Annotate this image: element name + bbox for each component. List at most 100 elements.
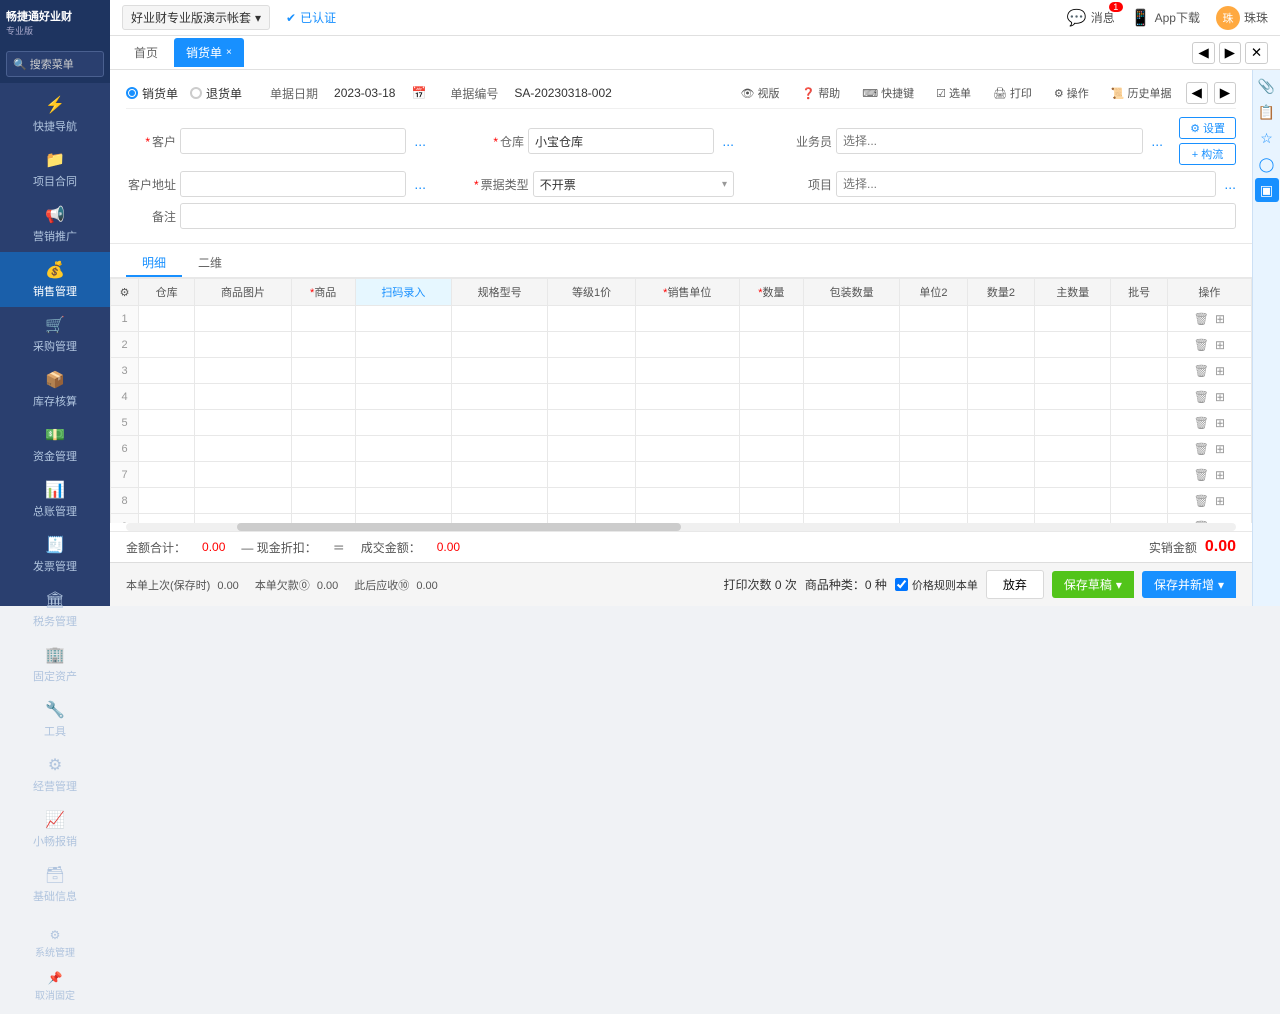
invoice-select[interactable]: 不开票 ▾ xyxy=(533,171,734,197)
row-copy-btn-1[interactable]: ⊞ xyxy=(1212,311,1228,327)
cell-image-1[interactable] xyxy=(195,306,291,332)
warehouse-input[interactable] xyxy=(528,128,714,154)
cell-product-6[interactable] xyxy=(291,436,355,462)
settings-btn[interactable]: ⚙ 设置 xyxy=(1179,117,1236,139)
cell-barcode-2[interactable] xyxy=(355,332,451,358)
row-copy-btn-8[interactable]: ⊞ xyxy=(1212,493,1228,509)
table-tab-detail[interactable]: 明细 xyxy=(126,250,182,277)
cell-grade_price-6[interactable] xyxy=(548,436,635,462)
cell-qty-7[interactable] xyxy=(739,462,803,488)
cell-main_qty-4[interactable] xyxy=(1035,384,1111,410)
cell-spec-4[interactable] xyxy=(452,384,548,410)
cell-grade_price-4[interactable] xyxy=(548,384,635,410)
cell-unit2-6[interactable] xyxy=(900,436,967,462)
flow-btn[interactable]: + 构流 xyxy=(1179,143,1236,165)
row-copy-btn-5[interactable]: ⊞ xyxy=(1212,415,1228,431)
cell-main_qty-1[interactable] xyxy=(1035,306,1111,332)
cell-image-9[interactable] xyxy=(195,514,291,524)
cell-batch-4[interactable] xyxy=(1111,384,1167,410)
cell-grade_price-3[interactable] xyxy=(548,358,635,384)
cell-unit2-5[interactable] xyxy=(900,410,967,436)
row-delete-btn-3[interactable]: 🗑 xyxy=(1191,363,1212,379)
cell-warehouse-6[interactable] xyxy=(139,436,195,462)
cell-spec-5[interactable] xyxy=(452,410,548,436)
cell-qty2-4[interactable] xyxy=(967,384,1034,410)
cell-batch-8[interactable] xyxy=(1111,488,1167,514)
cell-unit2-9[interactable] xyxy=(900,514,967,524)
calendar-icon[interactable]: 📅 xyxy=(411,86,426,100)
cell-grade_price-8[interactable] xyxy=(548,488,635,514)
cell-image-6[interactable] xyxy=(195,436,291,462)
row-delete-btn-7[interactable]: 🗑 xyxy=(1191,467,1212,483)
cell-warehouse-4[interactable] xyxy=(139,384,195,410)
staff-input[interactable] xyxy=(836,128,1143,154)
cell-main_qty-9[interactable] xyxy=(1035,514,1111,524)
warehouse-dots[interactable]: ... xyxy=(722,133,734,149)
cell-qty-6[interactable] xyxy=(739,436,803,462)
cell-batch-1[interactable] xyxy=(1111,306,1167,332)
address-dots[interactable]: ... xyxy=(414,176,426,192)
form-next-btn[interactable]: ▶ xyxy=(1214,82,1236,104)
sidebar-item-inventory[interactable]: 📦 库存核算 xyxy=(0,362,110,417)
cell-unit2-2[interactable] xyxy=(900,332,967,358)
right-panel-star-btn[interactable]: ☆ xyxy=(1255,126,1279,150)
shortcut-btn[interactable]: ⌨快捷键 xyxy=(854,82,922,104)
cell-image-7[interactable] xyxy=(195,462,291,488)
cell-unit-3[interactable] xyxy=(635,358,739,384)
cell-warehouse-7[interactable] xyxy=(139,462,195,488)
user-avatar-button[interactable]: 珠 珠珠 xyxy=(1216,6,1268,30)
cell-unit-6[interactable] xyxy=(635,436,739,462)
cell-warehouse-9[interactable] xyxy=(139,514,195,524)
project-input[interactable] xyxy=(836,171,1216,197)
horizontal-scrollbar[interactable] xyxy=(126,523,1236,531)
cell-qty2-8[interactable] xyxy=(967,488,1034,514)
cell-unit2-7[interactable] xyxy=(900,462,967,488)
cell-batch-6[interactable] xyxy=(1111,436,1167,462)
cell-batch-9[interactable] xyxy=(1111,514,1167,524)
cell-qty-4[interactable] xyxy=(739,384,803,410)
cell-qty-8[interactable] xyxy=(739,488,803,514)
cell-image-4[interactable] xyxy=(195,384,291,410)
cell-barcode-7[interactable] xyxy=(355,462,451,488)
sidebar-item-quick-nav[interactable]: ⚡ 快捷导航 xyxy=(0,87,110,142)
sidebar-item-invoice[interactable]: 🧾 发票管理 xyxy=(0,527,110,582)
row-copy-btn-6[interactable]: ⊞ xyxy=(1212,441,1228,457)
cell-qty-1[interactable] xyxy=(739,306,803,332)
cell-barcode-9[interactable] xyxy=(355,514,451,524)
cell-product-2[interactable] xyxy=(291,332,355,358)
cell-grade_price-5[interactable] xyxy=(548,410,635,436)
cell-batch-2[interactable] xyxy=(1111,332,1167,358)
cell-unit-7[interactable] xyxy=(635,462,739,488)
cell-unit-4[interactable] xyxy=(635,384,739,410)
row-copy-btn-7[interactable]: ⊞ xyxy=(1212,467,1228,483)
sidebar-item-ops[interactable]: ⚙ 经营管理 xyxy=(0,747,110,802)
message-button[interactable]: 💬 1 消息 xyxy=(1067,8,1115,28)
cell-product-7[interactable] xyxy=(291,462,355,488)
cell-qty2-5[interactable] xyxy=(967,410,1034,436)
note-input[interactable] xyxy=(180,203,1236,229)
sidebar-item-marketing[interactable]: 📢 营销推广 xyxy=(0,197,110,252)
cell-spec-3[interactable] xyxy=(452,358,548,384)
sidebar-item-fixed-assets[interactable]: 🏢 固定资产 xyxy=(0,637,110,692)
cell-qty-2[interactable] xyxy=(739,332,803,358)
cell-main_qty-8[interactable] xyxy=(1035,488,1111,514)
cell-grade_price-1[interactable] xyxy=(548,306,635,332)
cell-warehouse-3[interactable] xyxy=(139,358,195,384)
sidebar-item-sales[interactable]: 💰 销售管理 xyxy=(0,252,110,307)
cell-image-5[interactable] xyxy=(195,410,291,436)
right-panel-active-btn[interactable]: ▣ xyxy=(1255,178,1279,202)
cell-pack_qty-3[interactable] xyxy=(803,358,899,384)
right-panel-clip-btn[interactable]: 📎 xyxy=(1255,74,1279,98)
cell-pack_qty-2[interactable] xyxy=(803,332,899,358)
cell-batch-3[interactable] xyxy=(1111,358,1167,384)
cell-pack_qty-8[interactable] xyxy=(803,488,899,514)
help-btn[interactable]: ❓帮助 xyxy=(793,82,848,104)
cell-barcode-6[interactable] xyxy=(355,436,451,462)
save-draft-button[interactable]: 保存草稿 ▾ xyxy=(1052,571,1134,598)
row-delete-btn-4[interactable]: 🗑 xyxy=(1191,389,1212,405)
radio-sales[interactable]: 销货单 xyxy=(126,85,178,102)
cell-pack_qty-1[interactable] xyxy=(803,306,899,332)
cell-warehouse-8[interactable] xyxy=(139,488,195,514)
cell-main_qty-6[interactable] xyxy=(1035,436,1111,462)
cell-batch-7[interactable] xyxy=(1111,462,1167,488)
